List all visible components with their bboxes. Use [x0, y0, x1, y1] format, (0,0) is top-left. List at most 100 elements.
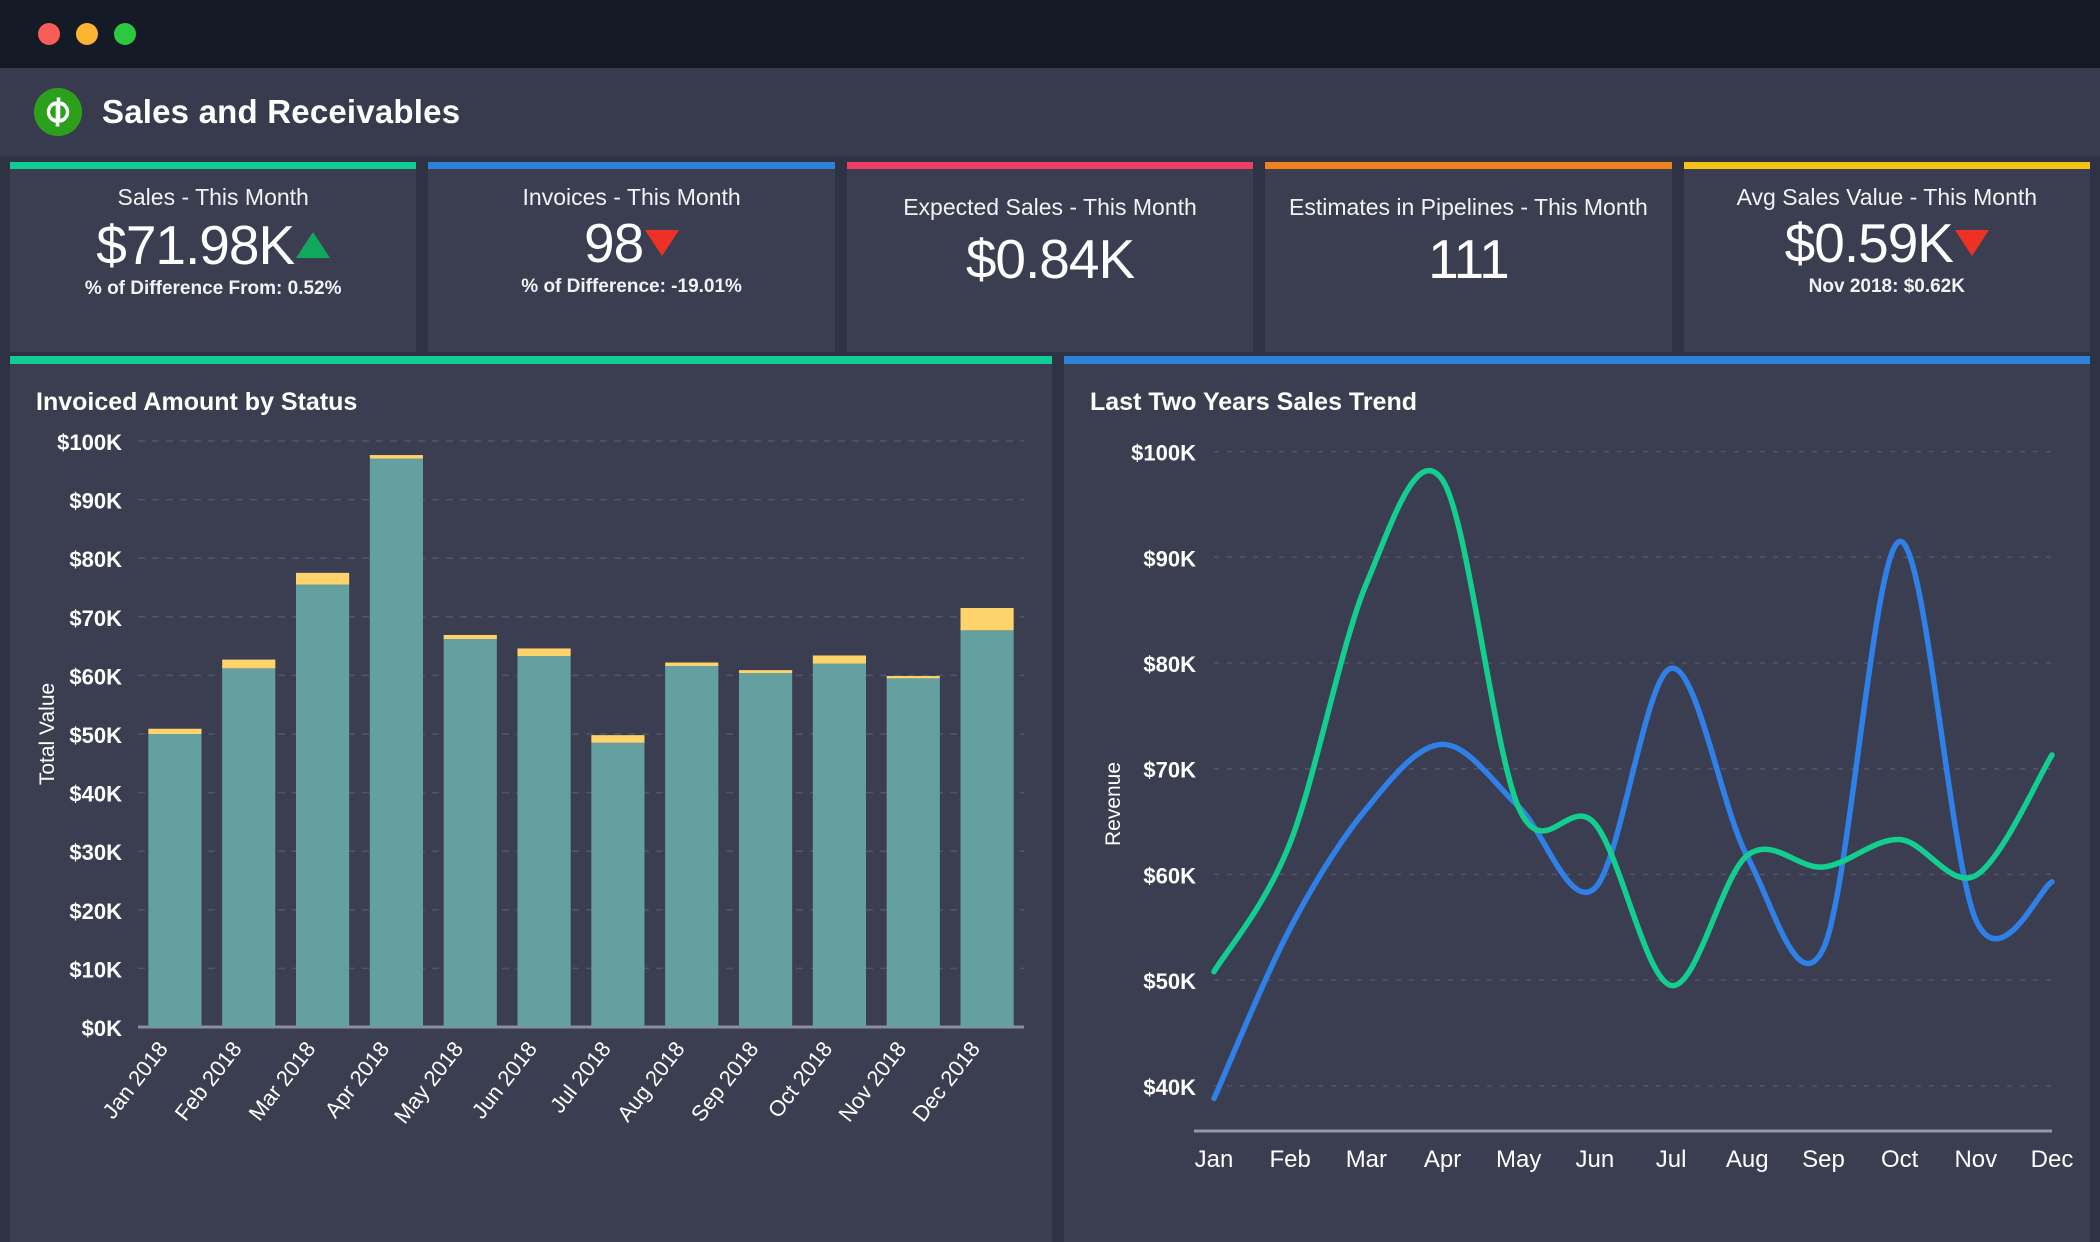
x-axis-tick-label: Feb 2018: [170, 1037, 247, 1126]
bar-segment-paid[interactable]: [369, 458, 423, 1027]
x-axis-tick-label: Nov: [1954, 1146, 1997, 1173]
kpi-card-sales[interactable]: Sales - This Month $71.98K % of Differen…: [10, 162, 417, 352]
minimize-window-button[interactable]: [76, 23, 98, 45]
kpi-title: Estimates in Pipelines - This Month: [1289, 194, 1648, 220]
app-header: Sales and Receivables: [0, 68, 2100, 156]
charts-row: Invoiced Amount by Status $0K $10K $20K $30…: [0, 356, 2100, 1242]
y-axis-tick-label: $60K: [1143, 863, 1196, 888]
bar-segment-paid[interactable]: [665, 666, 719, 1027]
line-series-2017[interactable]: [1211, 538, 2055, 1102]
bar-segment-payable[interactable]: [296, 572, 350, 585]
trend-up-icon: [296, 232, 331, 259]
y-axis-tick-label: $100K: [1131, 441, 1196, 466]
panel-last-two-years-sales-trend: Last Two Years Sales Trend $40K $50K $60K $…: [1064, 356, 2090, 1242]
kpi-card-estimates-pipeline[interactable]: Estimates in Pipelines - This Month 111: [1265, 162, 1672, 352]
kpi-value-row: 98: [584, 211, 680, 276]
line-series-2018[interactable]: [1211, 468, 2055, 989]
kpi-title: Avg Sales Value - This Month: [1736, 184, 2038, 210]
bar-segment-payable[interactable]: [960, 608, 1014, 631]
y-axis-tick-label: $30K: [69, 840, 122, 865]
kpi-value-row: 111: [1428, 227, 1510, 292]
x-axis-tick-label: May: [1496, 1146, 1541, 1173]
kpi-subtext: Nov 2018: $0.62K: [1808, 275, 1965, 297]
bar-segment-paid[interactable]: [222, 668, 276, 1027]
kpi-subtext: % of Difference: -19.01%: [521, 275, 742, 297]
x-axis-tick-label: Dec: [2031, 1146, 2074, 1173]
line-chart-plot[interactable]: $40K $50K $60K $70K $80K $90K $100K Revenue Jan F…: [1064, 417, 2090, 1227]
kpi-value: $71.98K: [96, 214, 295, 276]
kpi-value-row: $0.59K: [1785, 211, 1989, 276]
bar-segment-payable[interactable]: [369, 455, 423, 459]
x-axis-tick-label: Apr: [1424, 1146, 1461, 1173]
bar-chart-svg[interactable]: $0K $10K $20K $30K $40K $50K $60K $70K $80K $90K $…: [10, 417, 1052, 1227]
kpi-value: 111: [1428, 228, 1510, 290]
bar-segment-paid[interactable]: [812, 663, 866, 1027]
x-axis-tick-label: Jul 2018: [545, 1037, 616, 1118]
bar-segment-payable[interactable]: [812, 655, 866, 664]
kpi-value-row: $71.98K: [96, 213, 331, 278]
y-axis-tick-label: $90K: [69, 489, 122, 514]
bar-segment-payable[interactable]: [517, 648, 571, 657]
bar-segment-payable[interactable]: [886, 675, 940, 679]
kpi-card-invoices[interactable]: Invoices - This Month 98 % of Difference…: [428, 162, 835, 352]
kpi-accent-bar: [1265, 162, 1672, 169]
x-axis-tick-label: Jun: [1576, 1146, 1615, 1173]
x-axis-tick-label: Jan 2018: [97, 1037, 172, 1124]
kpi-subtext: % of Difference From: 0.52%: [84, 277, 342, 299]
trend-down-icon: [645, 230, 680, 257]
x-axis-tick-label: Dec 2018: [907, 1037, 985, 1127]
bar-segment-payable[interactable]: [739, 670, 793, 674]
x-axis-tick-label: Jul: [1656, 1146, 1687, 1173]
y-axis-tick-label: $50K: [69, 723, 122, 748]
panel-accent-bar: [10, 356, 1052, 364]
bar-chart-plot[interactable]: $0K $10K $20K $30K $40K $50K $60K $70K $80K $90K $…: [10, 417, 1052, 1227]
bar-segment-paid[interactable]: [443, 639, 497, 1027]
bar-segment-paid[interactable]: [739, 673, 793, 1027]
bar-segment-payable[interactable]: [591, 735, 645, 743]
app-window: Sales and Receivables Sales - This Month…: [0, 0, 2100, 1242]
bar-segment-payable[interactable]: [148, 728, 202, 734]
x-axis-tick-label: Nov 2018: [834, 1037, 912, 1127]
kpi-card-avg-sales-value[interactable]: Avg Sales Value - This Month $0.59K Nov …: [1683, 162, 2091, 352]
bar-chart-title: Invoiced Amount by Status: [36, 388, 358, 416]
bar-segment-paid[interactable]: [886, 678, 940, 1027]
window-titlebar: [0, 0, 2100, 68]
bar-segment-payable[interactable]: [665, 662, 719, 667]
bar-segment-paid[interactable]: [960, 630, 1014, 1027]
x-axis-tick-label: Aug: [1726, 1146, 1769, 1173]
x-axis-tick-label: May 2018: [389, 1037, 468, 1129]
bar-segment-paid[interactable]: [296, 584, 350, 1027]
kpi-title: Expected Sales - This Month: [903, 194, 1197, 220]
y-axis-tick-label: $80K: [69, 547, 122, 572]
kpi-value-row: $0.84K: [965, 227, 1135, 292]
y-axis-tick-label: $70K: [69, 606, 122, 631]
y-axis-tick-label: $100K: [57, 430, 122, 455]
panel-invoiced-amount-by-status: Invoiced Amount by Status $0K $10K $20K $30…: [10, 356, 1052, 1242]
kpi-accent-bar: [1683, 162, 2091, 169]
kpi-card-expected-sales[interactable]: Expected Sales - This Month $0.84K: [846, 162, 1254, 352]
kpi-accent-bar: [10, 162, 417, 169]
bar-segment-paid[interactable]: [148, 734, 202, 1027]
trend-down-icon: [1954, 230, 1989, 257]
maximize-window-button[interactable]: [114, 23, 136, 45]
y-axis-tick-label: $40K: [69, 782, 122, 807]
x-axis-tick-label: Mar: [1346, 1146, 1387, 1173]
close-window-button[interactable]: [38, 23, 60, 45]
y-axis-title: Revenue: [1102, 762, 1125, 846]
bar-segment-payable[interactable]: [443, 634, 497, 640]
line-chart-svg[interactable]: $40K $50K $60K $70K $80K $90K $100K Revenue Jan F…: [1064, 417, 2088, 1227]
line-chart-title: Last Two Years Sales Trend: [1090, 388, 1418, 416]
kpi-title: Invoices - This Month: [522, 184, 741, 210]
kpi-title: Sales - This Month: [117, 184, 309, 210]
kpi-value: $0.59K: [1784, 212, 1954, 274]
y-axis-tick-label: $90K: [1143, 546, 1196, 571]
bar-segment-paid[interactable]: [517, 656, 571, 1027]
bar-segment-paid[interactable]: [591, 742, 645, 1027]
y-axis-tick-label: $40K: [1143, 1075, 1196, 1100]
x-axis-tick-label: Oct 2018: [763, 1037, 838, 1123]
kpi-value: $0.84K: [965, 228, 1135, 290]
page-title: Sales and Receivables: [102, 93, 461, 130]
panel-accent-bar: [1064, 356, 2090, 364]
bar-segment-payable[interactable]: [222, 659, 276, 669]
x-axis-tick-label: Jan: [1195, 1146, 1234, 1173]
